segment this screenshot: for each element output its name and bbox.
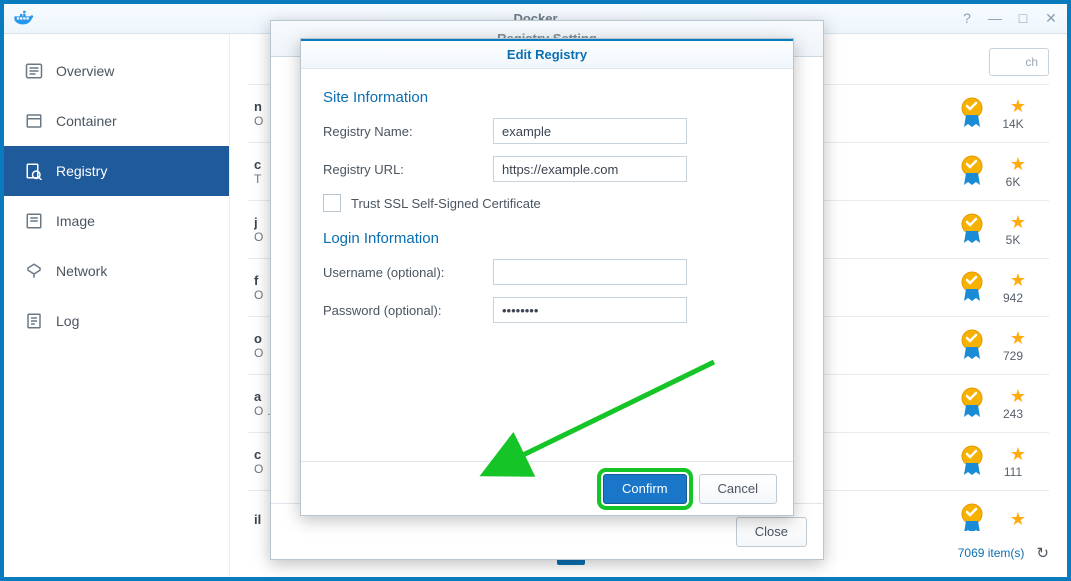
- sidebar-item-label: Image: [56, 213, 95, 229]
- username-input[interactable]: [493, 259, 687, 285]
- field-label: Registry Name:: [323, 124, 493, 139]
- star-icon: ★243: [993, 386, 1043, 421]
- help-icon[interactable]: ?: [957, 8, 977, 28]
- verified-badge-icon: [959, 503, 985, 532]
- docker-whale-icon: [14, 10, 34, 31]
- sidebar-item-label: Registry: [56, 163, 107, 179]
- close-window-icon[interactable]: ✕: [1041, 8, 1061, 28]
- field-label: Registry URL:: [323, 162, 493, 177]
- sidebar-item-label: Container: [56, 113, 117, 129]
- verified-badge-icon: [959, 97, 985, 131]
- sidebar-item-log[interactable]: Log: [4, 296, 229, 346]
- star-icon: ★: [993, 509, 1043, 530]
- items-count: 7069 item(s): [958, 546, 1025, 560]
- star-count: 942: [993, 291, 1033, 305]
- star-icon: ★5K: [993, 212, 1043, 247]
- confirm-button[interactable]: Confirm: [603, 474, 687, 504]
- trust-ssl-checkbox[interactable]: [323, 194, 341, 212]
- sidebar-item-container[interactable]: Container: [4, 96, 229, 146]
- star-count: 111: [993, 465, 1033, 479]
- sidebar-item-label: Network: [56, 263, 107, 279]
- close-button[interactable]: Close: [736, 517, 807, 547]
- star-icon: ★14K: [993, 96, 1043, 131]
- sidebar-item-label: Overview: [56, 63, 114, 79]
- star-icon: ★6K: [993, 154, 1043, 189]
- section-heading: Site Information: [323, 89, 771, 106]
- registry-name-input[interactable]: [493, 118, 687, 144]
- network-icon: [24, 261, 44, 281]
- container-icon: [24, 111, 44, 131]
- field-label: Username (optional):: [323, 265, 493, 280]
- star-count: 243: [993, 407, 1033, 421]
- refresh-icon[interactable]: ↻: [1036, 544, 1049, 562]
- cancel-button[interactable]: Cancel: [699, 474, 777, 504]
- sidebar-item-label: Log: [56, 313, 79, 329]
- star-count: 14K: [993, 117, 1033, 131]
- maximize-icon[interactable]: □: [1013, 8, 1033, 28]
- checkbox-label: Trust SSL Self-Signed Certificate: [351, 196, 541, 211]
- star-count: 6K: [993, 175, 1033, 189]
- section-heading: Login Information: [323, 230, 771, 247]
- minimize-icon[interactable]: —: [985, 8, 1005, 28]
- log-icon: [24, 311, 44, 331]
- star-icon: ★111: [993, 444, 1043, 479]
- dialog-title: Edit Registry: [301, 39, 793, 69]
- verified-badge-icon: [959, 155, 985, 189]
- image-icon: [24, 211, 44, 231]
- star-icon: ★942: [993, 270, 1043, 305]
- registry-url-input[interactable]: [493, 156, 687, 182]
- overview-icon: [24, 61, 44, 81]
- verified-badge-icon: [959, 445, 985, 479]
- edit-registry-dialog: Edit Registry Site Information Registry …: [300, 38, 794, 516]
- star-count: 729: [993, 349, 1033, 363]
- verified-badge-icon: [959, 271, 985, 305]
- registry-icon: [24, 161, 44, 181]
- sidebar: Overview Container Registry Image Networ…: [4, 34, 230, 577]
- verified-badge-icon: [959, 213, 985, 247]
- search-input[interactable]: ch: [989, 48, 1049, 76]
- password-input[interactable]: [493, 297, 687, 323]
- sidebar-item-registry[interactable]: Registry: [4, 146, 229, 196]
- field-label: Password (optional):: [323, 303, 493, 318]
- star-count: 5K: [993, 233, 1033, 247]
- sidebar-item-network[interactable]: Network: [4, 246, 229, 296]
- sidebar-item-image[interactable]: Image: [4, 196, 229, 246]
- verified-badge-icon: [959, 387, 985, 421]
- sidebar-item-overview[interactable]: Overview: [4, 46, 229, 96]
- star-icon: ★729: [993, 328, 1043, 363]
- verified-badge-icon: [959, 329, 985, 363]
